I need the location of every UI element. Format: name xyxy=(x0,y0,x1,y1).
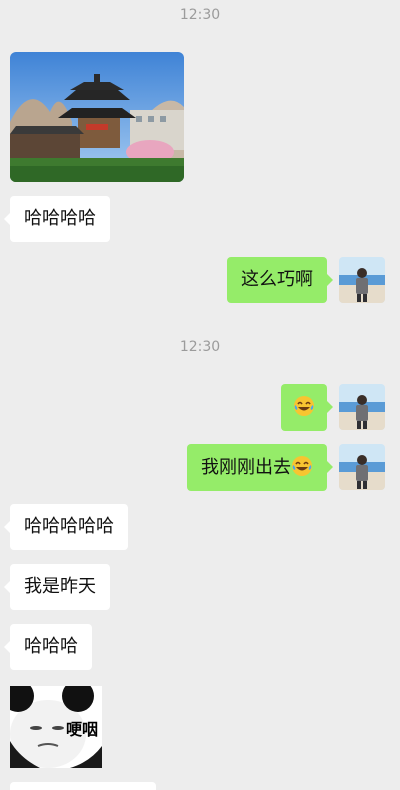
received-message-bubble-partial[interactable] xyxy=(10,782,156,790)
message-text: 哈哈哈 xyxy=(24,636,78,657)
received-message-bubble[interactable]: 哈哈哈 xyxy=(4,624,92,670)
face-with-tears-of-joy-icon xyxy=(292,456,312,476)
pagoda-photo-image xyxy=(10,52,184,182)
message-text: 我刚刚出去 xyxy=(201,457,291,478)
received-message-bubble[interactable]: 我是昨天 xyxy=(4,564,110,610)
user-avatar-icon[interactable] xyxy=(339,444,385,490)
avatar-image xyxy=(339,444,385,490)
chat-window: 12:30 哈哈哈哈 这么巧啊 12:30 我刚刚出去 哈哈哈哈哈 我是昨天 哈… xyxy=(0,0,400,790)
message-text: 我是昨天 xyxy=(24,576,96,597)
sticker-caption: 哽咽 xyxy=(66,720,99,739)
user-avatar-icon[interactable] xyxy=(339,384,385,430)
received-message-bubble[interactable]: 哈哈哈哈 xyxy=(4,196,110,242)
received-message-bubble[interactable]: 哈哈哈哈哈 xyxy=(4,504,128,550)
message-text: 哈哈哈哈 xyxy=(24,208,96,229)
message-text: 这么巧啊 xyxy=(241,269,313,290)
sent-message-bubble[interactable]: 这么巧啊 xyxy=(227,257,333,303)
timestamp-top: 12:30 xyxy=(179,7,221,23)
avatar-image xyxy=(339,384,385,430)
user-avatar-icon[interactable] xyxy=(339,257,385,303)
panda-sticker[interactable]: 哽咽 xyxy=(10,686,102,768)
avatar-image xyxy=(339,257,385,303)
sent-message-bubble[interactable]: 我刚刚出去 xyxy=(187,444,333,491)
timestamp-middle: 12:30 xyxy=(179,339,221,355)
face-with-tears-of-joy-icon xyxy=(294,396,314,416)
sent-message-bubble[interactable] xyxy=(281,384,333,431)
message-text: 哈哈哈哈哈 xyxy=(24,516,114,537)
received-photo[interactable] xyxy=(10,52,184,182)
